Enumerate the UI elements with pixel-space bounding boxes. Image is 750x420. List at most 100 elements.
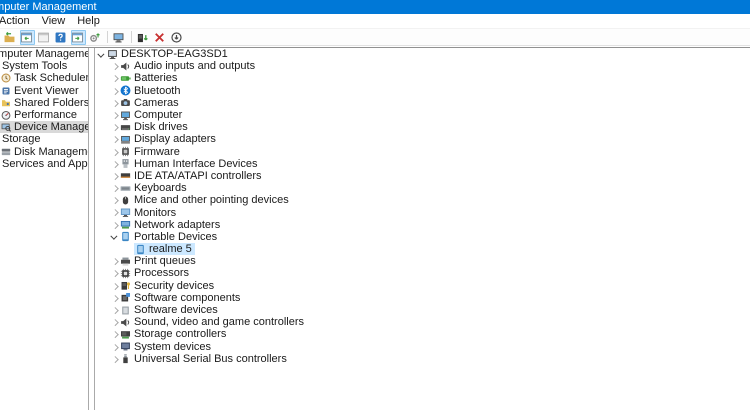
chevron-right-icon[interactable] — [110, 121, 119, 133]
device-item-processors[interactable]: Processors — [95, 267, 750, 279]
disable-device-button[interactable] — [170, 30, 185, 45]
device-item-portable-devices[interactable]: Portable Devices — [95, 231, 750, 243]
device-item-software-components[interactable]: Software components — [95, 292, 750, 304]
device-item-ide-ata-atapi-controllers[interactable]: IDE ATA/ATAPI controllers — [95, 170, 750, 182]
chevron-right-icon[interactable] — [110, 109, 119, 121]
menu-action[interactable]: Action — [0, 14, 36, 28]
properties-button[interactable] — [37, 30, 52, 45]
device-item-monitors[interactable]: Monitors — [95, 206, 750, 219]
device-item-print-queues[interactable]: Print queues — [95, 255, 750, 267]
console-item-task-scheduler[interactable]: Task Scheduler — [0, 72, 88, 84]
device-item-body: IDE ATA/ATAPI controllers — [119, 170, 265, 182]
show-hide-console-tree-button[interactable] — [20, 29, 35, 45]
toolbar — [0, 29, 750, 46]
device-item-realme-5[interactable]: realme 5 — [95, 243, 750, 256]
processor-icon — [120, 268, 131, 279]
device-item-keyboards[interactable]: Keyboards — [95, 182, 750, 194]
console-item-event-viewer[interactable]: Event Viewer — [0, 85, 88, 97]
chevron-right-icon[interactable] — [110, 328, 119, 340]
back-button[interactable] — [3, 30, 18, 45]
chevron-right-icon[interactable] — [110, 182, 119, 194]
console-item-shared-folders[interactable]: Shared Folders — [0, 97, 88, 109]
console-item-storage[interactable]: Storage — [0, 133, 88, 145]
device-item-network-adapters[interactable]: Network adapters — [95, 219, 750, 231]
device-item-sound-video-and-game-controllers[interactable]: Sound, video and game controllers — [95, 316, 750, 328]
device-item-audio-inputs-and-outputs[interactable]: Audio inputs and outputs — [95, 60, 750, 72]
printer-icon — [120, 256, 131, 267]
device-item-security-devices[interactable]: Security devices — [95, 280, 750, 292]
chevron-down-icon[interactable] — [97, 48, 106, 60]
chevron-right-icon[interactable] — [110, 280, 119, 292]
console-item-label: Computer Management (Local) — [0, 48, 88, 61]
device-item-universal-serial-bus-controllers[interactable]: Universal Serial Bus controllers — [95, 353, 750, 365]
storage-controller-icon — [120, 329, 131, 340]
device-item-software-devices[interactable]: Software devices — [95, 304, 750, 316]
chevron-right-icon[interactable] — [110, 158, 119, 170]
device-item-storage-controllers[interactable]: Storage controllers — [95, 328, 750, 340]
device-item-body: Monitors — [119, 206, 179, 219]
device-item-desktop-eag3sd1[interactable]: DESKTOP-EAG3SD1 — [95, 48, 750, 60]
chevron-right-icon[interactable] — [110, 97, 119, 109]
chevron-right-icon[interactable] — [110, 146, 119, 158]
console-item-device-manager[interactable]: Device Manager — [0, 121, 88, 134]
console-item-services-and-applications[interactable]: Services and Applications — [0, 158, 88, 170]
help-button[interactable] — [54, 30, 69, 45]
device-item-body: Disk drives — [119, 121, 191, 133]
device-item-bluetooth[interactable]: Bluetooth — [95, 85, 750, 97]
update-driver-button[interactable] — [136, 30, 151, 45]
chevron-right-icon[interactable] — [110, 353, 119, 365]
uninstall-device-button[interactable] — [153, 30, 168, 45]
menu-view[interactable]: View — [36, 14, 72, 28]
device-item-body: Batteries — [119, 72, 180, 84]
pane-splitter[interactable] — [88, 48, 89, 410]
chevron-right-icon[interactable] — [110, 341, 119, 353]
console-item-body: Shared Folders — [0, 97, 88, 109]
chevron-right-icon[interactable] — [110, 267, 119, 279]
console-item-body: System Tools — [0, 60, 70, 72]
device-item-system-devices[interactable]: System devices — [95, 341, 750, 353]
device-item-human-interface-devices[interactable]: Human Interface Devices — [95, 158, 750, 170]
device-item-body: Universal Serial Bus controllers — [119, 353, 290, 365]
console-item-system-tools[interactable]: System Tools — [0, 60, 88, 72]
chevron-right-icon[interactable] — [110, 133, 119, 145]
console-item-performance[interactable]: Performance — [0, 109, 88, 121]
menu-help[interactable]: Help — [71, 14, 106, 28]
device-item-batteries[interactable]: Batteries — [95, 72, 750, 84]
device-item-body: DESKTOP-EAG3SD1 — [106, 48, 231, 60]
titlebar[interactable]: Computer Management — [0, 0, 750, 14]
computer-icon — [120, 110, 131, 121]
chevron-right-icon[interactable] — [110, 316, 119, 328]
camera-icon — [120, 97, 131, 108]
device-item-display-adapters[interactable]: Display adapters — [95, 133, 750, 145]
device-item-body: realme 5 — [134, 243, 195, 256]
chevron-right-icon[interactable] — [110, 206, 119, 218]
console-item-computer-management-local[interactable]: Computer Management (Local) — [0, 48, 88, 60]
console-item-disk-management[interactable]: Disk Management — [0, 146, 88, 158]
chevron-right-icon[interactable] — [110, 194, 119, 206]
gear-arrow-icon — [89, 32, 100, 43]
chevron-right-icon[interactable] — [110, 72, 119, 84]
chevron-right-icon[interactable] — [110, 219, 119, 231]
monitor-icon — [120, 207, 131, 218]
chevron-right-icon[interactable] — [110, 60, 119, 72]
device-item-body: Mice and other pointing devices — [119, 194, 292, 206]
device-item-firmware[interactable]: Firmware — [95, 146, 750, 158]
chevron-right-icon[interactable] — [110, 292, 119, 304]
console-item-body: Computer Management (Local) — [0, 48, 88, 60]
portable-device-icon — [120, 231, 131, 242]
chevron-down-icon[interactable] — [110, 231, 119, 243]
chevron-right-icon[interactable] — [110, 304, 119, 316]
chevron-right-icon[interactable] — [110, 170, 119, 182]
scan-hardware-changes-button[interactable] — [112, 30, 127, 45]
chevron-right-icon[interactable] — [110, 255, 119, 267]
device-item-body: Software devices — [119, 304, 221, 316]
device-item-mice-and-other-pointing-devices[interactable]: Mice and other pointing devices — [95, 194, 750, 206]
device-item-computer[interactable]: Computer — [95, 109, 750, 121]
device-manager-icon — [1, 122, 11, 132]
device-item-disk-drives[interactable]: Disk drives — [95, 121, 750, 133]
device-item-cameras[interactable]: Cameras — [95, 97, 750, 109]
chevron-right-icon[interactable] — [110, 85, 119, 97]
bluetooth-icon — [120, 85, 131, 96]
update-driver-settings-button[interactable] — [88, 30, 103, 45]
show-hide-action-pane-button[interactable] — [71, 29, 86, 45]
